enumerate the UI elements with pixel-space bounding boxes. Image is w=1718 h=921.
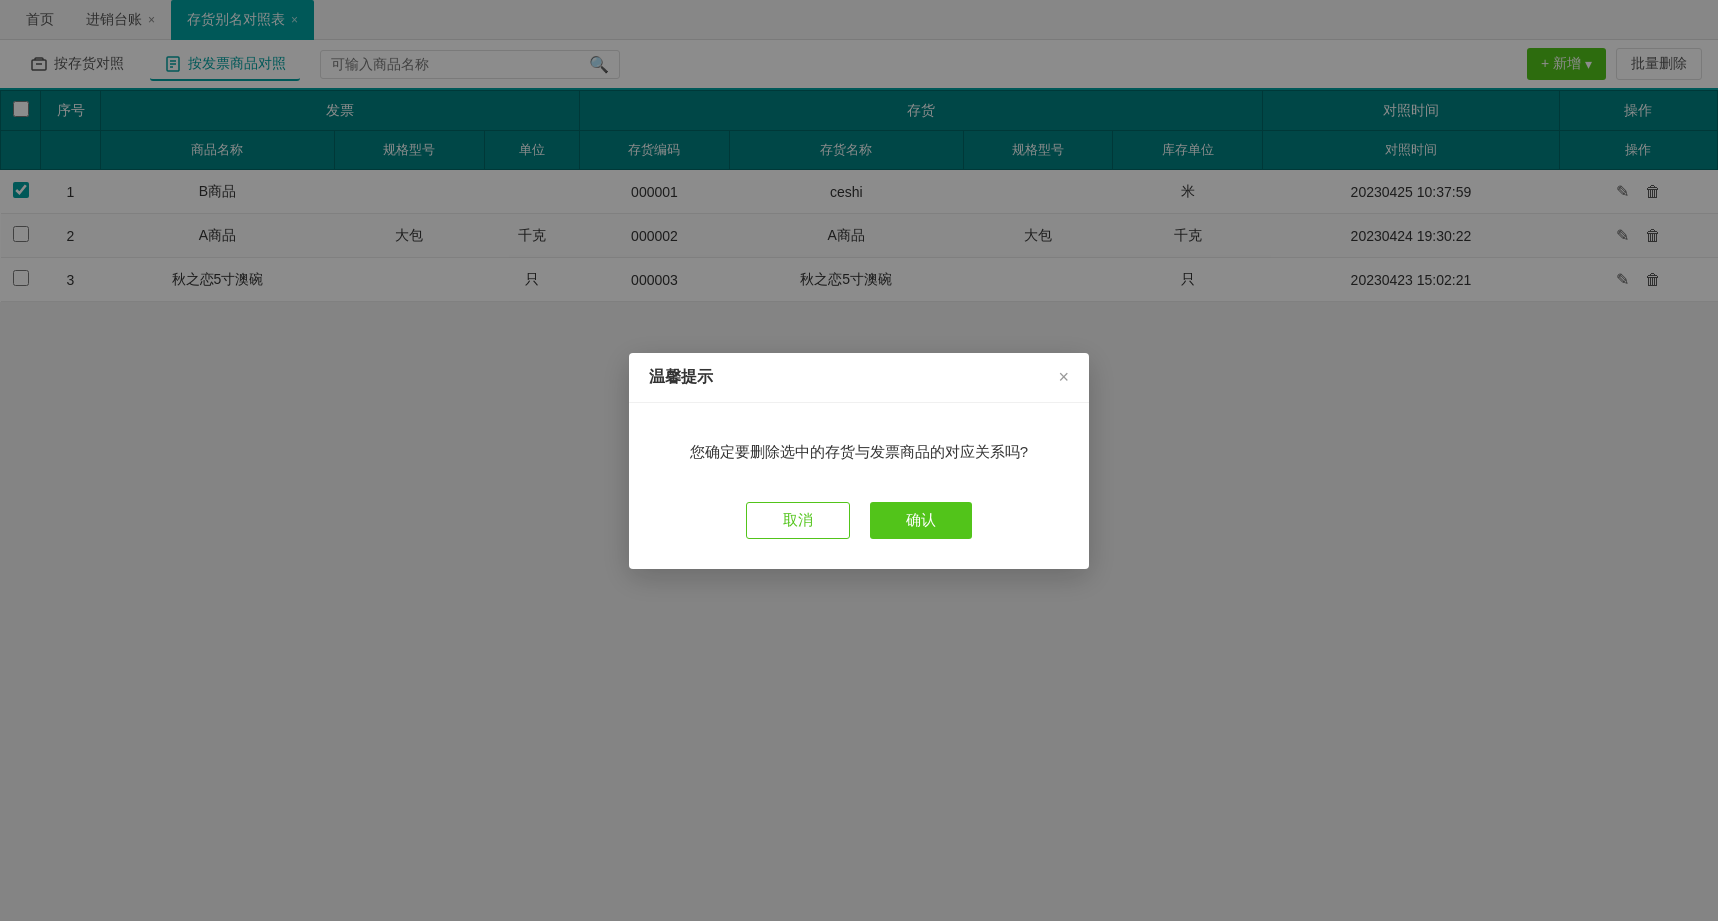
modal-overlay: 温馨提示 × 您确定要删除选中的存货与发票商品的对应关系吗? 取消 确认 [0,0,1718,302]
